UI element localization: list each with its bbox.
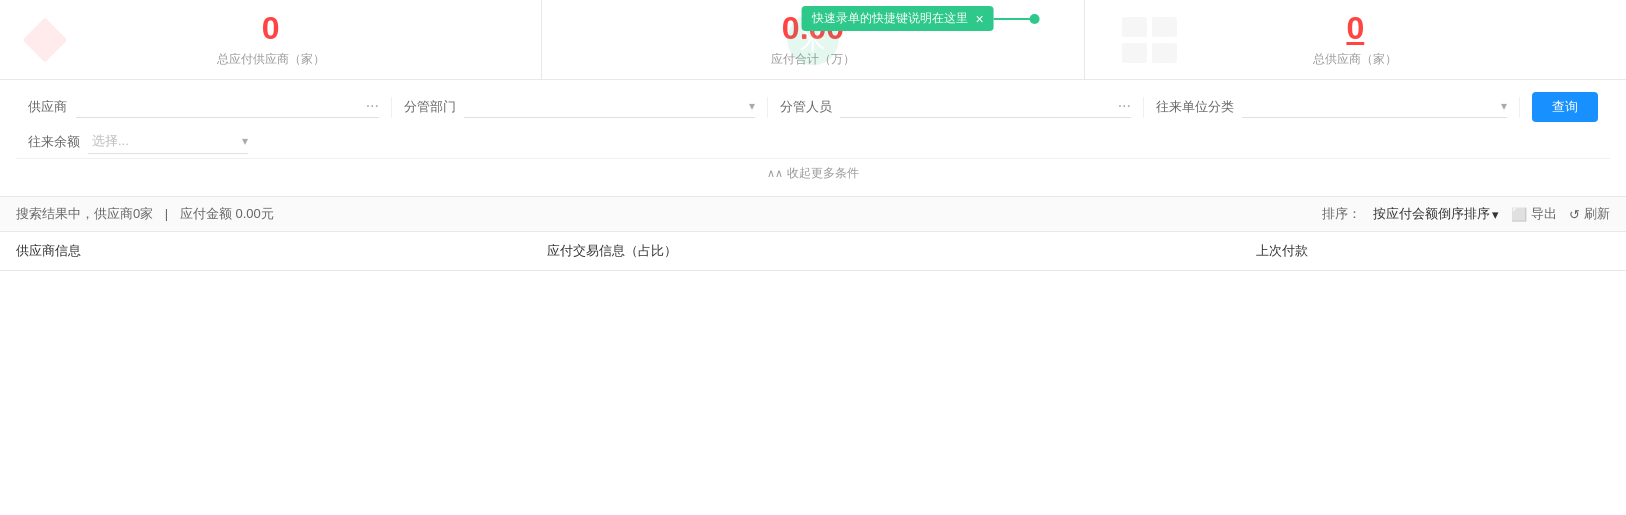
dept-chevron-icon[interactable]: ▾ [749,99,755,113]
export-icon: ⬜ [1511,207,1527,222]
filter-balance: 往来余额 选择... ▾ [16,130,260,154]
results-text: 搜索结果中，供应商0家 [16,206,153,221]
results-summary: 搜索结果中，供应商0家 | 应付金额 0.00元 [16,205,274,223]
balance-select-container: 选择... ▾ [88,130,248,154]
dept-input-container: ▾ [464,97,755,118]
stats-bar: 0 总应付供应商（家） 米 快速录单的快捷键说明在这里 × 0.00 应付合计（… [0,0,1626,80]
export-button[interactable]: ⬜ 导出 [1511,205,1557,223]
person-input-container: ··· [840,97,1131,118]
filter-row-2: 往来余额 选择... ▾ [16,130,1610,154]
balance-chevron-icon[interactable]: ▾ [242,134,248,148]
results-actions: 排序： 按应付会额倒序排序 ▾ ⬜ 导出 ↺ 刷新 [1322,205,1610,223]
results-spacer: | [165,206,168,221]
results-bar: 搜索结果中，供应商0家 | 应付金额 0.00元 排序： 按应付会额倒序排序 ▾… [0,197,1626,232]
person-input[interactable] [840,97,1114,116]
svg-rect-5 [1152,17,1177,37]
svg-rect-4 [1122,17,1147,37]
supplier-input[interactable] [76,97,362,116]
unit-class-chevron-icon[interactable]: ▾ [1501,99,1507,113]
svg-rect-6 [1122,43,1147,63]
export-label: 导出 [1531,205,1557,223]
filter-row-1: 供应商 ··· 分管部门 ▾ 分管人员 ··· 往来单位分类 ▾ [16,92,1610,122]
balance-label: 往来余额 [28,133,80,151]
payable-suppliers-count: 0 [262,11,280,46]
table-col-supplier: 供应商信息 [16,242,547,260]
total-suppliers-label: 总供应商（家） [1313,51,1397,68]
sort-value: 按应付会额倒序排序 [1373,205,1490,223]
filter-dept: 分管部门 ▾ [392,97,768,118]
table-header: 供应商信息 应付交易信息（占比） 上次付款 [0,232,1626,271]
svg-rect-7 [1152,43,1177,63]
refresh-label: 刷新 [1584,205,1610,223]
supplier-label: 供应商 [28,98,68,116]
filter-person: 分管人员 ··· [768,97,1144,118]
table-body [0,271,1626,515]
total-suppliers-count: 0 [1346,11,1364,46]
dept-input[interactable] [464,97,745,116]
stat-payable-total: 米 快速录单的快捷键说明在这里 × 0.00 应付合计（万） [542,0,1084,79]
unit-class-input-container: ▾ [1242,97,1507,118]
collapse-chevron-icon: ∧∧ [767,167,783,180]
supplier-input-container: ··· [76,97,379,118]
tooltip-dot [1030,14,1040,24]
results-amount: 应付金额 0.00元 [180,206,274,221]
refresh-icon: ↺ [1569,207,1580,222]
sort-chevron-icon: ▾ [1492,207,1499,222]
unit-class-input[interactable] [1242,97,1497,116]
filter-unit-class: 往来单位分类 ▾ [1144,97,1520,118]
shortcut-tooltip: 快速录单的快捷键说明在这里 × [802,6,994,31]
table-col-payment: 上次付款 [1256,242,1610,260]
unit-class-label: 往来单位分类 [1156,98,1234,116]
person-label: 分管人员 [780,98,832,116]
sort-select[interactable]: 按应付会额倒序排序 ▾ [1373,205,1499,223]
query-button-container: 查询 [1520,92,1610,122]
tooltip-close-button[interactable]: × [976,12,984,26]
table-col-transaction: 应付交易信息（占比） [547,242,1255,260]
supplier-more-icon[interactable]: ··· [366,97,379,115]
refresh-button[interactable]: ↺ 刷新 [1569,205,1610,223]
collapse-button[interactable]: ∧∧ 收起更多条件 [16,158,1610,188]
balance-placeholder: 选择... [88,130,238,152]
stat-total-payable-suppliers: 0 总应付供应商（家） [0,0,542,79]
collapse-label: 收起更多条件 [787,165,859,182]
dept-label: 分管部门 [404,98,456,116]
stat-total-suppliers: 0 总供应商（家） [1085,0,1626,79]
sort-label: 排序： [1322,205,1361,223]
filter-area: 供应商 ··· 分管部门 ▾ 分管人员 ··· 往来单位分类 ▾ [0,80,1626,197]
person-more-icon[interactable]: ··· [1118,97,1131,115]
tooltip-text: 快速录单的快捷键说明在这里 [812,10,968,27]
grid-watermark-icon [1115,15,1185,65]
query-button[interactable]: 查询 [1532,92,1598,122]
diamond-watermark-icon [20,15,70,65]
filter-supplier: 供应商 ··· [16,97,392,118]
payable-suppliers-label: 总应付供应商（家） [217,51,325,68]
